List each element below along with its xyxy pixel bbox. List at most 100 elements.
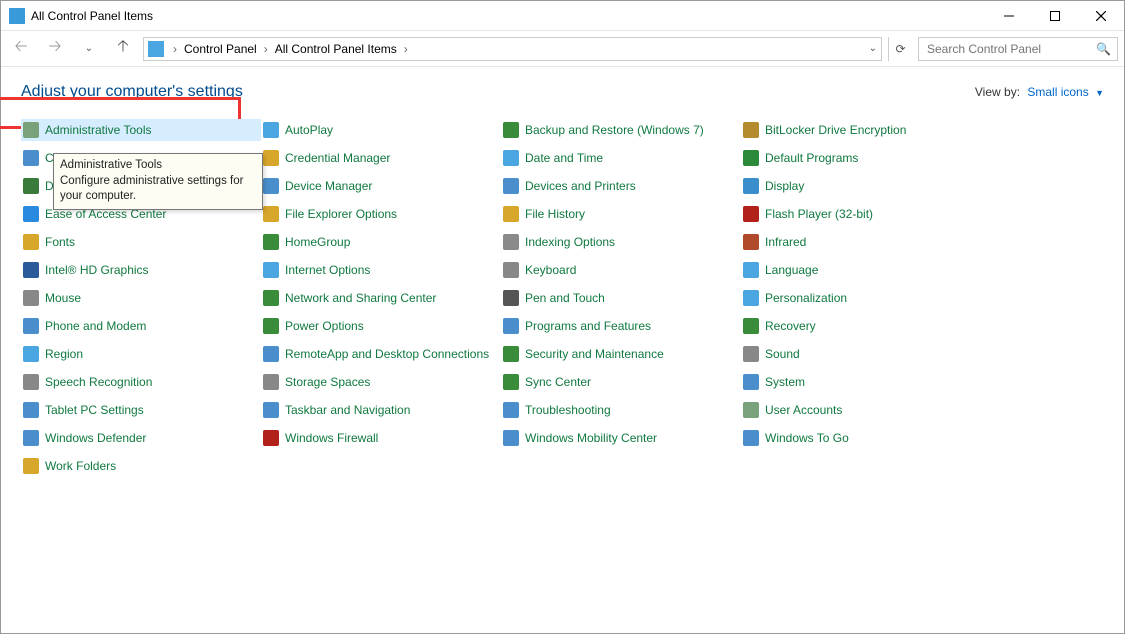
back-button[interactable]: 🡠 (7, 35, 35, 63)
cp-item-security-and-maintenance[interactable]: Security and Maintenance (501, 343, 741, 365)
cp-item-internet-options[interactable]: Internet Options (261, 259, 501, 281)
devices-and-printers-icon (503, 178, 519, 194)
date-and-time-icon (503, 150, 519, 166)
maximize-button[interactable] (1032, 1, 1078, 30)
language-icon (743, 262, 759, 278)
cp-item-label: Storage Spaces (285, 375, 370, 389)
cp-item-system[interactable]: System (741, 371, 981, 393)
cp-item-windows-defender[interactable]: Windows Defender (21, 427, 261, 449)
cp-item-label: HomeGroup (285, 235, 350, 249)
cp-item-homegroup[interactable]: HomeGroup (261, 231, 501, 253)
cp-item-label: Pen and Touch (525, 291, 605, 305)
windows-to-go-icon (743, 430, 759, 446)
view-by: View by: Small icons ▼ (975, 85, 1104, 99)
breadcrumb-all-items[interactable]: All Control Panel Items (273, 40, 399, 58)
cp-item-credential-manager[interactable]: Credential Manager (261, 147, 501, 169)
network-and-sharing-center-icon (263, 290, 279, 306)
cp-item-file-explorer-options[interactable]: File Explorer Options (261, 203, 501, 225)
cp-item-pen-and-touch[interactable]: Pen and Touch (501, 287, 741, 309)
search-box[interactable]: 🔍 (918, 37, 1118, 61)
cp-item-label: Security and Maintenance (525, 347, 664, 361)
cp-item-label: Intel® HD Graphics (45, 263, 149, 277)
window-controls (986, 1, 1124, 30)
cp-item-devices-and-printers[interactable]: Devices and Printers (501, 175, 741, 197)
intel-hd-graphics-icon (23, 262, 39, 278)
cp-item-power-options[interactable]: Power Options (261, 315, 501, 337)
cp-item-label: Internet Options (285, 263, 370, 277)
cp-item-date-and-time[interactable]: Date and Time (501, 147, 741, 169)
cp-item-personalization[interactable]: Personalization (741, 287, 981, 309)
cp-item-backup-and-restore-windows-7[interactable]: Backup and Restore (Windows 7) (501, 119, 741, 141)
cp-item-label: Network and Sharing Center (285, 291, 436, 305)
cp-item-default-programs[interactable]: Default Programs (741, 147, 981, 169)
color-management-icon (23, 150, 39, 166)
cp-item-infrared[interactable]: Infrared (741, 231, 981, 253)
cp-item-phone-and-modem[interactable]: Phone and Modem (21, 315, 261, 337)
file-explorer-options-icon (263, 206, 279, 222)
indexing-options-icon (503, 234, 519, 250)
cp-item-taskbar-and-navigation[interactable]: Taskbar and Navigation (261, 399, 501, 421)
system-icon (743, 374, 759, 390)
cp-item-label: Windows Firewall (285, 431, 378, 445)
close-button[interactable] (1078, 1, 1124, 30)
cp-item-sync-center[interactable]: Sync Center (501, 371, 741, 393)
view-by-value: Small icons (1027, 85, 1088, 99)
address-dropdown-icon[interactable]: ⌄ (869, 43, 877, 54)
phone-and-modem-icon (23, 318, 39, 334)
cp-item-label: BitLocker Drive Encryption (765, 123, 906, 137)
cp-item-mouse[interactable]: Mouse (21, 287, 261, 309)
cp-item-work-folders[interactable]: Work Folders (21, 455, 261, 477)
cp-item-intel-hd-graphics[interactable]: Intel® HD Graphics (21, 259, 261, 281)
cp-item-administrative-tools[interactable]: Administrative Tools (21, 119, 261, 141)
flash-player-32-bit-icon (743, 206, 759, 222)
cp-item-windows-firewall[interactable]: Windows Firewall (261, 427, 501, 449)
address-bar[interactable]: › Control Panel › All Control Panel Item… (143, 37, 882, 61)
refresh-button[interactable]: ⟳ (888, 37, 912, 61)
control-panel-app-icon (9, 8, 25, 24)
cp-item-network-and-sharing-center[interactable]: Network and Sharing Center (261, 287, 501, 309)
speech-recognition-icon (23, 374, 39, 390)
cp-item-speech-recognition[interactable]: Speech Recognition (21, 371, 261, 393)
recent-dropdown[interactable]: ⌄ (75, 35, 103, 63)
default-programs-icon (743, 150, 759, 166)
cp-item-region[interactable]: Region (21, 343, 261, 365)
close-icon (1096, 11, 1106, 21)
cp-item-bitlocker-drive-encryption[interactable]: BitLocker Drive Encryption (741, 119, 981, 141)
cp-item-indexing-options[interactable]: Indexing Options (501, 231, 741, 253)
cp-item-autoplay[interactable]: AutoPlay (261, 119, 501, 141)
view-by-dropdown[interactable]: Small icons ▼ (1027, 85, 1104, 99)
search-input[interactable] (925, 41, 1096, 57)
cp-item-tablet-pc-settings[interactable]: Tablet PC Settings (21, 399, 261, 421)
personalization-icon (743, 290, 759, 306)
breadcrumb-control-panel[interactable]: Control Panel (182, 40, 259, 58)
cp-item-device-manager[interactable]: Device Manager (261, 175, 501, 197)
cp-item-troubleshooting[interactable]: Troubleshooting (501, 399, 741, 421)
cp-item-label: System (765, 375, 805, 389)
cp-item-label: Indexing Options (525, 235, 615, 249)
cp-item-sound[interactable]: Sound (741, 343, 981, 365)
cp-item-label: File History (525, 207, 585, 221)
cp-item-file-history[interactable]: File History (501, 203, 741, 225)
cp-item-recovery[interactable]: Recovery (741, 315, 981, 337)
cp-item-storage-spaces[interactable]: Storage Spaces (261, 371, 501, 393)
cp-item-label: Devices and Printers (525, 179, 636, 193)
cp-item-label: Recovery (765, 319, 816, 333)
cp-item-programs-and-features[interactable]: Programs and Features (501, 315, 741, 337)
file-history-icon (503, 206, 519, 222)
cp-item-windows-to-go[interactable]: Windows To Go (741, 427, 981, 449)
tooltip-title: Administrative Tools (60, 158, 256, 174)
cp-item-user-accounts[interactable]: User Accounts (741, 399, 981, 421)
cp-item-flash-player-32-bit[interactable]: Flash Player (32-bit) (741, 203, 981, 225)
cp-item-keyboard[interactable]: Keyboard (501, 259, 741, 281)
forward-button[interactable]: 🡢 (41, 35, 69, 63)
cp-item-display[interactable]: Display (741, 175, 981, 197)
cp-item-language[interactable]: Language (741, 259, 981, 281)
up-button[interactable]: 🡡 (109, 35, 137, 63)
cp-item-fonts[interactable]: Fonts (21, 231, 261, 253)
cp-item-windows-mobility-center[interactable]: Windows Mobility Center (501, 427, 741, 449)
cp-item-label: Keyboard (525, 263, 576, 277)
breadcrumb-sep-icon: › (170, 42, 180, 56)
cp-item-remoteapp-and-desktop-connections[interactable]: RemoteApp and Desktop Connections (261, 343, 501, 365)
minimize-button[interactable] (986, 1, 1032, 30)
tooltip: Administrative Tools Configure administr… (53, 153, 263, 210)
